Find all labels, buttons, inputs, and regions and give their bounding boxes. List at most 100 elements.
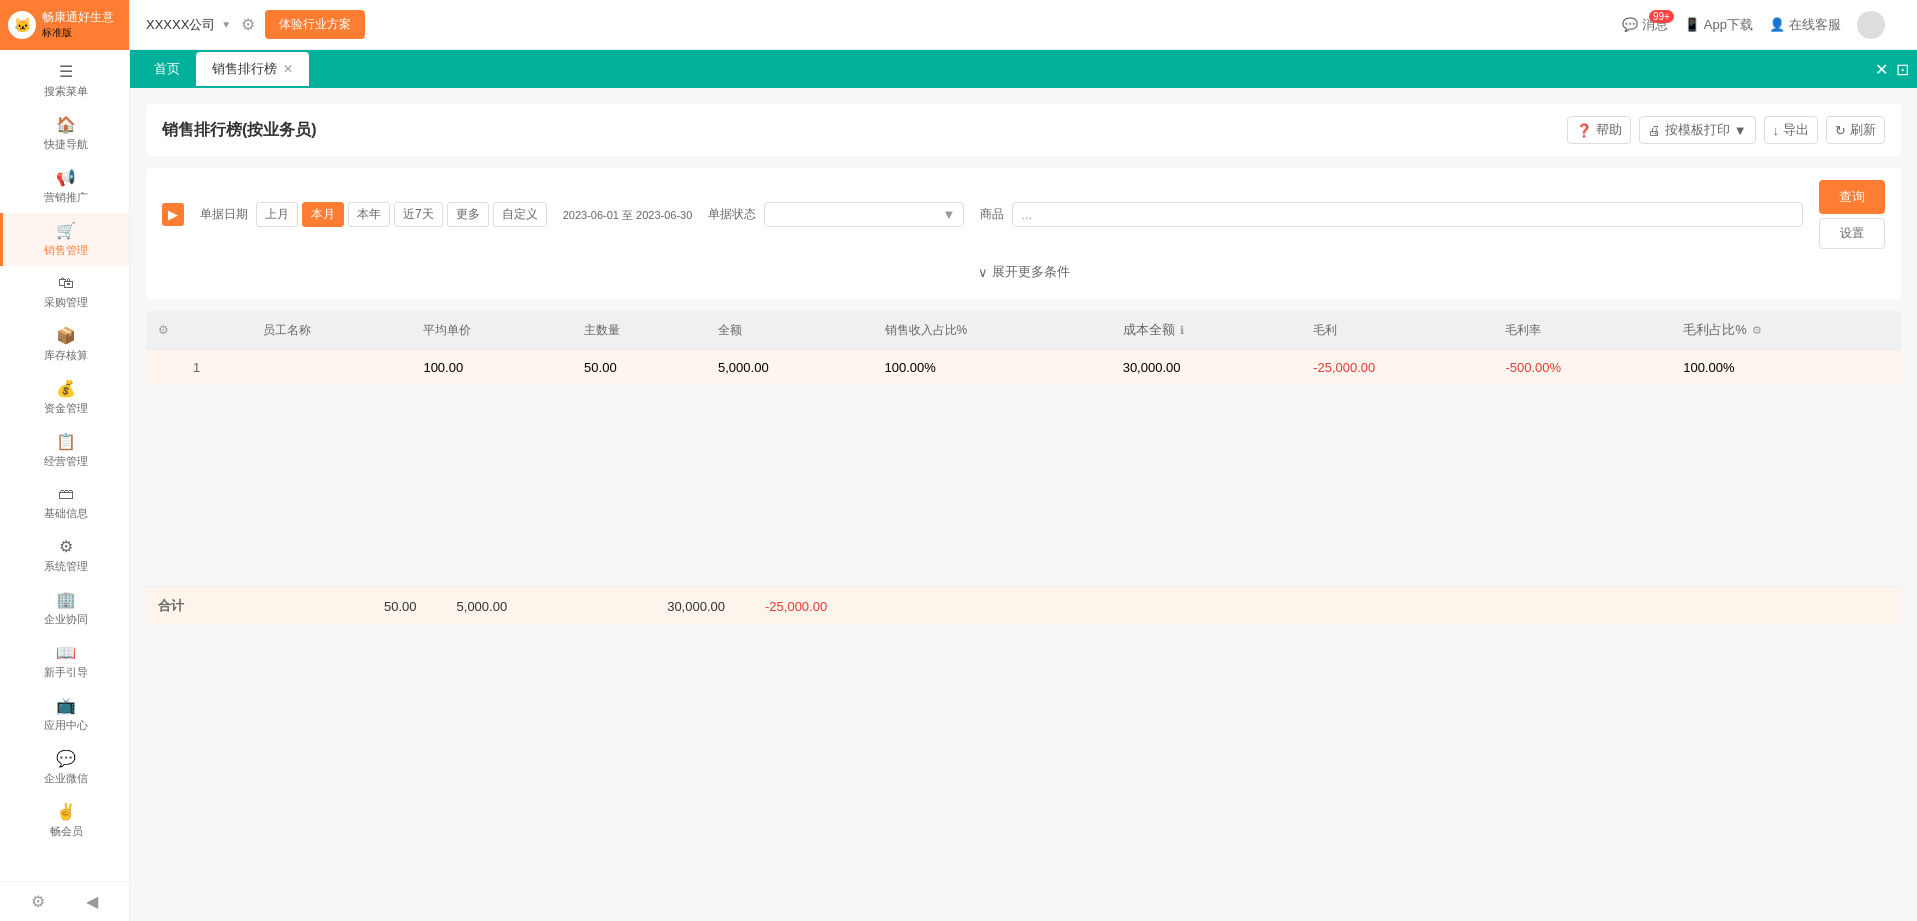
- date-btn-current-month[interactable]: 本月: [302, 202, 344, 227]
- date-btn-more[interactable]: 更多: [447, 202, 489, 227]
- app-label: App下载: [1704, 16, 1753, 34]
- window-maximize-icon[interactable]: ⊡: [1896, 60, 1909, 79]
- date-btn-current-year[interactable]: 本年: [348, 202, 390, 227]
- cost-info-icon[interactable]: ℹ: [1180, 324, 1184, 336]
- sidebar-item-app-center[interactable]: 📺 应用中心: [0, 688, 129, 741]
- sidebar-footer: ⚙ ◀: [0, 881, 129, 921]
- date-btn-7days[interactable]: 近7天: [394, 202, 443, 227]
- message-icon: 💬: [1622, 17, 1638, 32]
- sidebar-item-guide[interactable]: 📖 新手引导: [0, 635, 129, 688]
- tab-home[interactable]: 首页: [138, 52, 196, 86]
- system-icon: ⚙: [59, 537, 73, 556]
- tab-sales-ranking[interactable]: 销售排行榜 ✕: [196, 52, 309, 86]
- trial-btn[interactable]: 体验行业方案: [265, 10, 365, 39]
- sidebar-item-member[interactable]: ✌ 畅会员: [0, 794, 129, 847]
- row-sales-pct: 100.00%: [873, 350, 1111, 386]
- app-download-button[interactable]: 📱 App下载: [1684, 16, 1753, 34]
- help-button[interactable]: ❓ 帮助: [1567, 116, 1631, 144]
- online-support-button[interactable]: 👤 在线客服: [1769, 16, 1841, 34]
- row-rank: 1: [181, 350, 251, 386]
- tab-home-label: 首页: [154, 60, 180, 78]
- row-avg-price: 100.00: [411, 350, 572, 386]
- sidebar-item-inventory[interactable]: 📦 库存核算: [0, 318, 129, 371]
- sidebar-collapse-button[interactable]: ◀: [86, 892, 98, 911]
- sidebar-item-enterprise[interactable]: 🏢 企业协同: [0, 582, 129, 635]
- support-icon: 👤: [1769, 17, 1785, 32]
- tabbar: 首页 销售排行榜 ✕ ✕ ⊡: [130, 50, 1917, 88]
- sidebar-item-label: 应用中心: [44, 718, 88, 733]
- col-sales-pct: 销售收入占比%: [873, 311, 1111, 350]
- sidebar-item-marketing[interactable]: 📢 营销推广: [0, 160, 129, 213]
- finance-icon: 💰: [56, 379, 76, 398]
- date-range-display: 2023-06-01 至 2023-06-30: [563, 208, 693, 223]
- status-select[interactable]: ▼: [764, 202, 964, 227]
- print-button[interactable]: 🖨 按模板打印 ▼: [1639, 116, 1756, 144]
- window-close-icon[interactable]: ✕: [1875, 60, 1888, 79]
- sidebar-item-label: 企业微信: [44, 771, 88, 786]
- topbar-gear-icon[interactable]: ⚙: [241, 15, 255, 34]
- sidebar-item-label: 经营管理: [44, 454, 88, 469]
- table-area: ⚙ 员工名称 平均单价 主数量 全额 销售收入占比% 成本全额 ℹ 毛利 毛利率: [146, 311, 1901, 386]
- empty-space: [146, 386, 1901, 586]
- sidebar-item-label: 基础信息: [44, 506, 88, 521]
- sidebar-item-base-info[interactable]: 🗃 基础信息: [0, 477, 129, 529]
- col-settings[interactable]: ⚙: [146, 311, 181, 350]
- print-label: 按模板打印: [1665, 121, 1730, 139]
- row-settings: [146, 350, 181, 386]
- logo-title: 畅康通好生意: [42, 10, 114, 26]
- sidebar-item-label: 库存核算: [44, 348, 88, 363]
- sidebar-item-label: 营销推广: [44, 190, 88, 205]
- sidebar-item-system-mgmt[interactable]: ⚙ 系统管理: [0, 529, 129, 582]
- purchase-icon: 🛍: [58, 274, 74, 292]
- sidebar-item-search-order[interactable]: ☰ 搜索菜单: [0, 54, 129, 107]
- col-gross-rate: 毛利率: [1493, 311, 1671, 350]
- footer-gross: -25,000.00: [765, 599, 827, 614]
- export-icon: ↓: [1773, 123, 1780, 138]
- filter-collapse-btn[interactable]: ▶: [162, 203, 184, 226]
- topbar: XXXXX公司 ▼ ⚙ 体验行业方案 💬 消息 99+ 📱 App下载 👤 在线…: [130, 0, 1917, 50]
- goods-filter: 商品 ...: [980, 202, 1803, 227]
- date-btn-custom[interactable]: 自定义: [493, 202, 547, 227]
- col-gross: 毛利: [1301, 311, 1493, 350]
- row-qty: 50.00: [572, 350, 706, 386]
- settings-button[interactable]: 设置: [1819, 218, 1885, 249]
- sidebar-item-purchase-mgmt[interactable]: 🛍 采购管理: [0, 266, 129, 318]
- message-badge: 99+: [1649, 10, 1674, 23]
- user-avatar[interactable]: [1857, 11, 1885, 39]
- refresh-button[interactable]: ↻ 刷新: [1826, 116, 1885, 144]
- tab-close-icon[interactable]: ✕: [283, 62, 293, 76]
- gross-pct-info-icon[interactable]: ⚙: [1752, 324, 1762, 336]
- support-label: 在线客服: [1789, 16, 1841, 34]
- sidebar-item-wechat[interactable]: 💬 企业微信: [0, 741, 129, 794]
- sidebar-settings-button[interactable]: ⚙: [31, 892, 45, 911]
- col-avg-price: 平均单价: [411, 311, 572, 350]
- date-btn-prev-month[interactable]: 上月: [256, 202, 298, 227]
- enterprise-icon: 🏢: [56, 590, 76, 609]
- date-buttons: 上月 本月 本年 近7天 更多 自定义: [256, 202, 547, 227]
- marketing-icon: 📢: [56, 168, 76, 187]
- company-selector[interactable]: XXXXX公司 ▼: [146, 16, 231, 34]
- sidebar-item-sales-mgmt[interactable]: 🛒 销售管理: [0, 213, 129, 266]
- row-name: [251, 350, 412, 386]
- sales-icon: 🛒: [56, 221, 76, 240]
- sidebar-item-quick-nav[interactable]: 🏠 快捷导航: [0, 107, 129, 160]
- status-dropdown-icon: ▼: [942, 207, 955, 222]
- member-icon: ✌: [56, 802, 76, 821]
- sidebar-nav: ☰ 搜索菜单 🏠 快捷导航 📢 营销推广 🛒 销售管理 🛍 采购管理 📦 库存核…: [0, 50, 129, 881]
- col-gross-pct: 毛利占比% ⚙: [1671, 311, 1901, 350]
- help-label: 帮助: [1596, 121, 1622, 139]
- operations-icon: 📋: [56, 432, 76, 451]
- export-button[interactable]: ↓ 导出: [1764, 116, 1819, 144]
- goods-input[interactable]: ...: [1012, 202, 1803, 227]
- main-area: XXXXX公司 ▼ ⚙ 体验行业方案 💬 消息 99+ 📱 App下载 👤 在线…: [130, 0, 1917, 921]
- footer-label: 合计: [158, 597, 184, 615]
- message-button[interactable]: 💬 消息 99+: [1622, 16, 1668, 34]
- expand-more-button[interactable]: ∨ 展开更多条件: [162, 257, 1885, 287]
- row-gross-rate: -500.00%: [1493, 350, 1671, 386]
- sidebar-item-operations[interactable]: 📋 经营管理: [0, 424, 129, 477]
- query-button[interactable]: 查询: [1819, 180, 1885, 214]
- sidebar-item-finance[interactable]: 💰 资金管理: [0, 371, 129, 424]
- app-icon: 📱: [1684, 17, 1700, 32]
- help-icon: ❓: [1576, 123, 1592, 138]
- col-qty: 主数量: [572, 311, 706, 350]
